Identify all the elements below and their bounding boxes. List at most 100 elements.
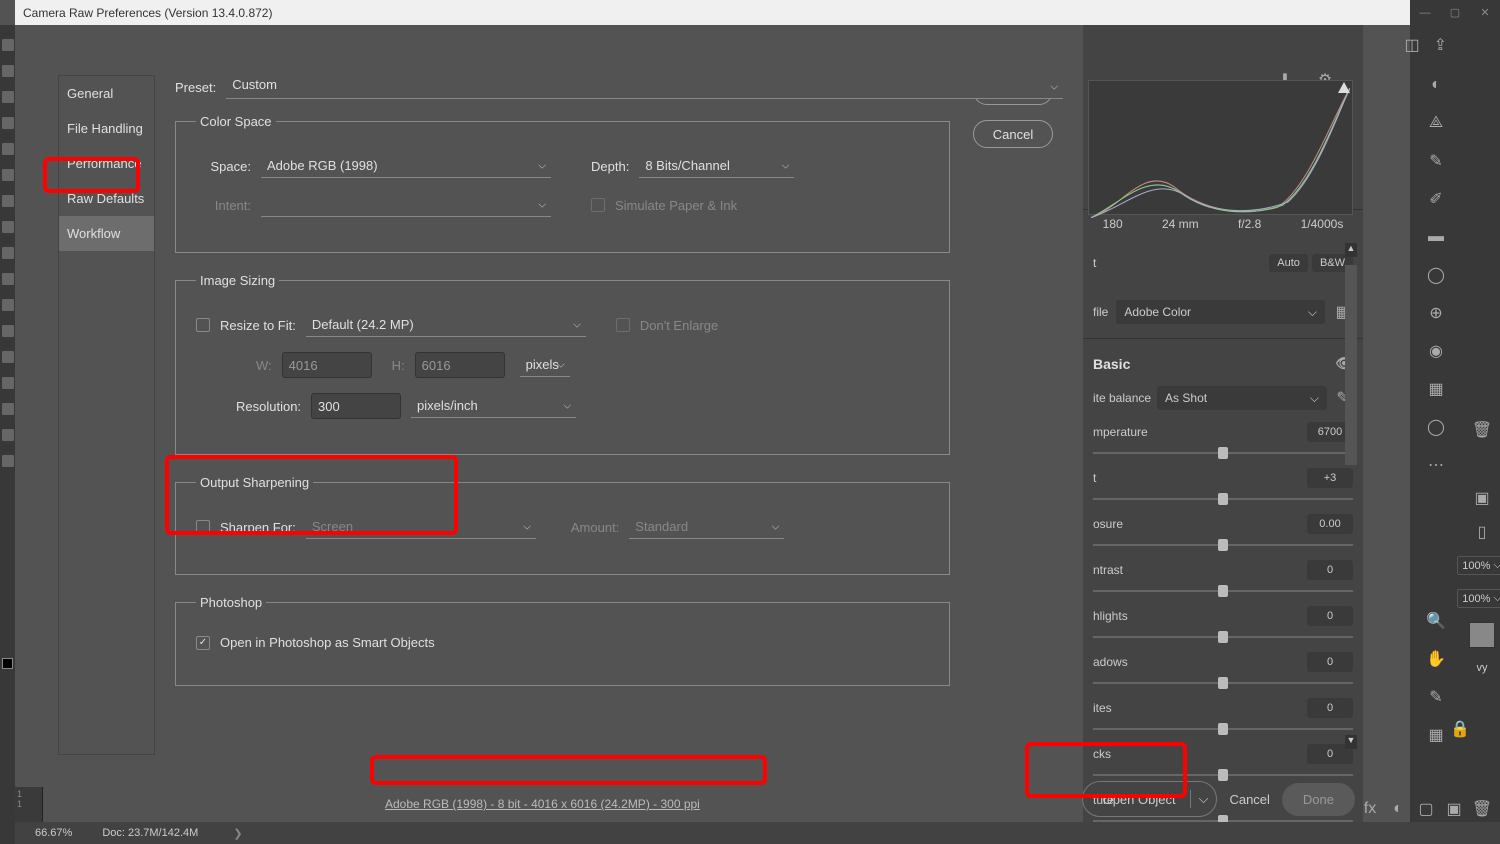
fill-percent[interactable]: 100%⌵ xyxy=(1457,589,1500,608)
delete-icon[interactable]: 🗑 xyxy=(1472,799,1492,819)
circle-icon[interactable]: ◯ xyxy=(1426,417,1446,437)
nav-raw-defaults[interactable]: Raw Defaults xyxy=(59,181,154,216)
crop-icon[interactable]: ⟁ xyxy=(1426,113,1446,133)
nav-workflow[interactable]: Workflow xyxy=(59,216,154,251)
sizing-legend: Image Sizing xyxy=(196,273,279,288)
nav-performance[interactable]: Performance xyxy=(59,146,154,181)
heal-icon[interactable]: ✎ xyxy=(1426,151,1446,171)
folder-icon[interactable]: ▢ xyxy=(1416,799,1436,819)
trash-icon[interactable]: 🗑 xyxy=(1472,420,1492,440)
grid-icon[interactable]: ▦ xyxy=(1426,725,1446,745)
size-unit-dropdown[interactable]: pixels ⌵ xyxy=(520,353,570,377)
done-button[interactable]: Done xyxy=(1282,783,1355,816)
zoom-icon[interactable]: 🔍 xyxy=(1426,611,1446,631)
photoshop-group: Photoshop Open in Photoshop as Smart Obj… xyxy=(175,595,950,686)
fx-icon[interactable]: fx xyxy=(1360,799,1380,819)
slider-value[interactable]: 0 xyxy=(1307,560,1353,580)
nav-file-handling[interactable]: File Handling xyxy=(59,111,154,146)
h-label: H: xyxy=(392,358,405,373)
snapshot-icon[interactable]: ▦ xyxy=(1426,379,1446,399)
edit-label-partial: t xyxy=(1093,256,1096,270)
depth-dropdown[interactable]: 8 Bits/Channel ⌵ xyxy=(639,154,794,178)
layer-swatch[interactable] xyxy=(1469,622,1495,648)
slider-value[interactable]: +3 xyxy=(1307,468,1353,488)
layout-icon[interactable]: ◫ xyxy=(1404,35,1419,55)
space-dropdown[interactable]: Adobe RGB (1998) ⌵ xyxy=(261,154,551,178)
open-object-button[interactable]: Open Object ⌵ xyxy=(1082,781,1218,817)
resolution-unit-dropdown[interactable]: pixels/inch ⌵ xyxy=(411,394,576,418)
redeye-icon[interactable]: ◉ xyxy=(1426,341,1446,361)
lock-icon[interactable]: 🔒 xyxy=(1450,719,1470,739)
status-arrow-icon[interactable]: ❯ xyxy=(233,827,242,840)
brush-icon[interactable]: ✐ xyxy=(1426,189,1446,209)
minimize-button[interactable]: — xyxy=(1410,0,1440,25)
chevron-down-icon: ⌵ xyxy=(1308,305,1317,320)
chevron-down-icon: ⌵ xyxy=(573,319,581,330)
photoshop-right-panels: — ▢ ✕ ◫ ⇪ ◐ ⟁ ✎ ✐ ▬ ◯ ⊕ ◉ ▦ ◯ ⋯ 🔍 ✋ ✎ ▦ … xyxy=(1410,0,1500,844)
slider-label: mperature xyxy=(1093,425,1148,439)
slider-track[interactable] xyxy=(1093,682,1353,684)
slider-track[interactable] xyxy=(1093,774,1353,776)
opacity-percent[interactable]: 100%⌵ xyxy=(1457,556,1500,575)
share-icon[interactable]: ⇪ xyxy=(1434,35,1447,55)
chevron-down-icon: ⌵ xyxy=(772,521,780,532)
acr-cancel-button[interactable]: Cancel xyxy=(1229,792,1269,807)
slider-track[interactable] xyxy=(1093,728,1353,730)
foreground-swatch[interactable] xyxy=(2,658,13,669)
slider-value[interactable]: 0.00 xyxy=(1307,514,1353,534)
scroll-indicator-down[interactable]: ▼ xyxy=(1345,735,1357,749)
histogram-curves xyxy=(1091,83,1350,218)
bounds-icon[interactable]: ▣ xyxy=(1472,488,1492,508)
preset-label: Preset: xyxy=(175,80,216,95)
auto-button[interactable]: Auto xyxy=(1269,254,1308,272)
basic-heading: Basic xyxy=(1093,356,1130,372)
chevron-down-icon: ⌵ xyxy=(563,400,571,411)
new-icon[interactable]: ▣ xyxy=(1444,799,1464,819)
maximize-button[interactable]: ▢ xyxy=(1440,0,1470,25)
hand-icon[interactable]: ✋ xyxy=(1426,649,1446,669)
profile-dropdown[interactable]: Adobe Color⌵ xyxy=(1116,300,1325,324)
more-icon[interactable]: ⋯ xyxy=(1426,455,1446,475)
edit-icon[interactable]: ◐ xyxy=(1426,75,1446,95)
panel-scrollbar[interactable] xyxy=(1345,265,1357,465)
resize-dropdown[interactable]: Default (24.2 MP) ⌵ xyxy=(306,313,586,337)
target-icon[interactable]: ⊕ xyxy=(1426,303,1446,323)
scroll-indicator-up[interactable]: ▲ xyxy=(1345,243,1357,257)
zoom-status[interactable]: 66.67% xyxy=(35,827,72,839)
slider-track[interactable] xyxy=(1093,590,1353,592)
resize-checkbox[interactable] xyxy=(196,318,210,332)
photoshop-status-bar: 66.67% Doc: 23.7M/142.4M ❯ xyxy=(15,822,1500,844)
slider-track[interactable] xyxy=(1093,636,1353,638)
slider-value[interactable]: 0 xyxy=(1307,698,1353,718)
chevron-down-icon: ⌵ xyxy=(1310,391,1319,406)
simulate-label: Simulate Paper & Ink xyxy=(615,198,737,213)
sharpen-checkbox[interactable] xyxy=(196,520,210,534)
chevron-down-icon: ⌵ xyxy=(538,160,546,171)
highlight-warning-icon[interactable] xyxy=(1337,81,1351,95)
slider-value[interactable]: 0 xyxy=(1307,606,1353,626)
slider-track[interactable] xyxy=(1093,498,1353,500)
wb-dropdown[interactable]: As Shot⌵ xyxy=(1157,386,1327,410)
file-icon[interactable]: ▯ xyxy=(1472,522,1492,542)
workflow-summary-link[interactable]: Adobe RGB (1998) - 8 bit - 4016 x 6016 (… xyxy=(385,797,700,811)
close-button[interactable]: ✕ xyxy=(1470,0,1500,25)
preset-dropdown[interactable]: Custom ⌵ xyxy=(226,75,1063,99)
resolution-input[interactable] xyxy=(311,393,401,419)
dont-enlarge-checkbox xyxy=(616,318,630,332)
radial-icon[interactable]: ◯ xyxy=(1426,265,1446,285)
slider-label: ites xyxy=(1093,701,1112,715)
acr-bottom-bar: Adobe RGB (1998) - 8 bit - 4016 x 6016 (… xyxy=(15,779,1355,819)
slider-track[interactable] xyxy=(1093,452,1353,454)
nav-general[interactable]: General xyxy=(59,76,154,111)
iso-value: 180 xyxy=(1103,217,1123,231)
sampler-icon[interactable]: ✎ xyxy=(1426,687,1446,707)
acr-right-panel: ⬇ ⚙ 180 24 mm f/2.8 1/4000s ▲ t Auto B&W xyxy=(1083,25,1363,844)
intent-label: Intent: xyxy=(196,198,251,213)
gradient-icon[interactable]: ▬ xyxy=(1426,227,1446,247)
slider-value[interactable]: 0 xyxy=(1307,652,1353,672)
smart-objects-checkbox[interactable] xyxy=(196,636,210,650)
sharpen-for-dropdown: Screen ⌵ xyxy=(306,515,536,539)
slider-track[interactable] xyxy=(1093,544,1353,546)
mask-icon[interactable]: ◐ xyxy=(1388,799,1408,819)
width-input xyxy=(282,352,372,378)
